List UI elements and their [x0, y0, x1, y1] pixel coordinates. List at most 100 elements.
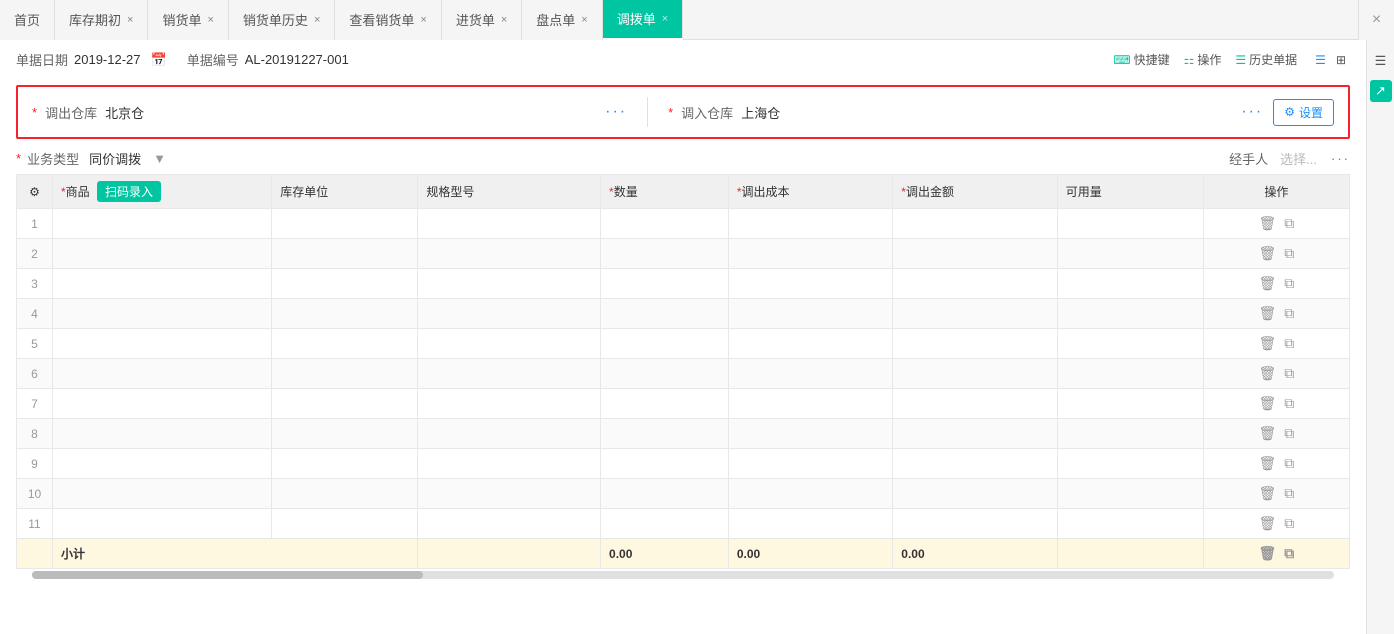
business-value[interactable]: 同价调拨: [89, 149, 141, 168]
tab-transfer-order[interactable]: 调拨单 ×: [603, 0, 683, 40]
scan-button[interactable]: 扫码录入: [97, 181, 161, 202]
row-cost-10[interactable]: [728, 479, 892, 509]
row-unit-7[interactable]: [272, 389, 418, 419]
close-tab-transfer-order[interactable]: ×: [662, 13, 668, 25]
row-qty-2[interactable]: [601, 239, 729, 269]
out-warehouse-more-button[interactable]: ···: [605, 103, 627, 121]
tab-inventory-check[interactable]: 盘点单 ×: [522, 0, 602, 40]
layout-grid-button[interactable]: ⊞: [1332, 51, 1350, 69]
row-goods-3[interactable]: [53, 269, 272, 299]
copy-icon-1[interactable]: ⧉: [1284, 215, 1294, 232]
row-goods-1[interactable]: [53, 209, 272, 239]
row-goods-4[interactable]: [53, 299, 272, 329]
row-unit-8[interactable]: [272, 419, 418, 449]
operations-button[interactable]: ⚏ 操作: [1184, 51, 1222, 68]
row-unit-10[interactable]: [272, 479, 418, 509]
row-cost-6[interactable]: [728, 359, 892, 389]
horizontal-scrollbar[interactable]: [16, 571, 1350, 579]
row-spec-2[interactable]: [418, 239, 601, 269]
row-spec-7[interactable]: [418, 389, 601, 419]
row-cost-1[interactable]: [728, 209, 892, 239]
copy-icon-5[interactable]: ⧉: [1284, 335, 1294, 352]
row-avail-6[interactable]: [1057, 359, 1203, 389]
row-avail-7[interactable]: [1057, 389, 1203, 419]
close-all-tabs-button[interactable]: ×: [1358, 0, 1394, 40]
calendar-icon[interactable]: 📅: [151, 52, 167, 68]
gear-settings-icon[interactable]: ⚙: [29, 185, 40, 199]
row-qty-3[interactable]: [601, 269, 729, 299]
row-cost-3[interactable]: [728, 269, 892, 299]
delete-icon-9[interactable]: 🗑: [1259, 455, 1277, 472]
right-panel-list-icon[interactable]: ☰: [1370, 50, 1392, 72]
tab-sales-order[interactable]: 销货单 ×: [148, 0, 228, 40]
tab-home[interactable]: 首页: [0, 0, 55, 40]
scrollbar-thumb[interactable]: [32, 571, 423, 579]
layout-list-button[interactable]: ☰: [1311, 51, 1330, 69]
row-avail-1[interactable]: [1057, 209, 1203, 239]
row-unit-6[interactable]: [272, 359, 418, 389]
row-goods-2[interactable]: [53, 239, 272, 269]
row-goods-7[interactable]: [53, 389, 272, 419]
row-spec-4[interactable]: [418, 299, 601, 329]
tab-view-sales[interactable]: 查看销货单 ×: [335, 0, 441, 40]
delete-icon-3[interactable]: 🗑: [1259, 275, 1277, 292]
copy-icon-3[interactable]: ⧉: [1284, 275, 1294, 292]
row-amount-3[interactable]: [893, 269, 1057, 299]
row-cost-9[interactable]: [728, 449, 892, 479]
agent-placeholder[interactable]: 选择...: [1280, 149, 1317, 168]
row-avail-4[interactable]: [1057, 299, 1203, 329]
row-qty-9[interactable]: [601, 449, 729, 479]
close-tab-inventory-check[interactable]: ×: [581, 14, 587, 26]
row-goods-5[interactable]: [53, 329, 272, 359]
row-cost-11[interactable]: [728, 509, 892, 539]
row-amount-7[interactable]: [893, 389, 1057, 419]
row-qty-11[interactable]: [601, 509, 729, 539]
row-qty-8[interactable]: [601, 419, 729, 449]
close-tab-sales-order[interactable]: ×: [207, 14, 213, 26]
row-avail-2[interactable]: [1057, 239, 1203, 269]
delete-icon-4[interactable]: 🗑: [1259, 305, 1277, 322]
row-qty-5[interactable]: [601, 329, 729, 359]
tab-inventory-init[interactable]: 库存期初 ×: [55, 0, 148, 40]
agent-more-button[interactable]: ···: [1331, 151, 1350, 166]
copy-icon-9[interactable]: ⧉: [1284, 455, 1294, 472]
row-avail-3[interactable]: [1057, 269, 1203, 299]
row-amount-9[interactable]: [893, 449, 1057, 479]
close-tab-sales-history[interactable]: ×: [314, 14, 320, 26]
out-warehouse-value[interactable]: 北京仓: [105, 103, 144, 122]
row-amount-11[interactable]: [893, 509, 1057, 539]
row-goods-9[interactable]: [53, 449, 272, 479]
delete-icon-6[interactable]: 🗑: [1259, 365, 1277, 382]
row-amount-2[interactable]: [893, 239, 1057, 269]
row-cost-2[interactable]: [728, 239, 892, 269]
subtotal-copy-icon[interactable]: ⧉: [1284, 545, 1294, 562]
delete-icon-2[interactable]: 🗑: [1259, 245, 1277, 262]
copy-icon-7[interactable]: ⧉: [1284, 395, 1294, 412]
shortcuts-button[interactable]: ⌨ 快捷键: [1113, 51, 1169, 68]
row-avail-5[interactable]: [1057, 329, 1203, 359]
delete-icon-7[interactable]: 🗑: [1259, 395, 1277, 412]
row-goods-11[interactable]: [53, 509, 272, 539]
right-panel-export-icon[interactable]: ↗: [1370, 80, 1392, 102]
row-unit-4[interactable]: [272, 299, 418, 329]
row-goods-6[interactable]: [53, 359, 272, 389]
row-unit-9[interactable]: [272, 449, 418, 479]
history-button[interactable]: ☰ 历史单据: [1235, 51, 1297, 68]
row-avail-9[interactable]: [1057, 449, 1203, 479]
row-cost-7[interactable]: [728, 389, 892, 419]
copy-icon-6[interactable]: ⧉: [1284, 365, 1294, 382]
row-unit-3[interactable]: [272, 269, 418, 299]
row-spec-8[interactable]: [418, 419, 601, 449]
row-spec-3[interactable]: [418, 269, 601, 299]
row-qty-1[interactable]: [601, 209, 729, 239]
in-warehouse-value[interactable]: 上海仓: [741, 103, 780, 122]
settings-button[interactable]: ⚙ 设置: [1273, 99, 1334, 126]
row-spec-9[interactable]: [418, 449, 601, 479]
row-unit-1[interactable]: [272, 209, 418, 239]
row-unit-5[interactable]: [272, 329, 418, 359]
row-spec-11[interactable]: [418, 509, 601, 539]
row-goods-10[interactable]: [53, 479, 272, 509]
delete-icon-1[interactable]: 🗑: [1259, 215, 1277, 232]
copy-icon-10[interactable]: ⧉: [1284, 485, 1294, 502]
tab-purchase-order[interactable]: 进货单 ×: [442, 0, 522, 40]
